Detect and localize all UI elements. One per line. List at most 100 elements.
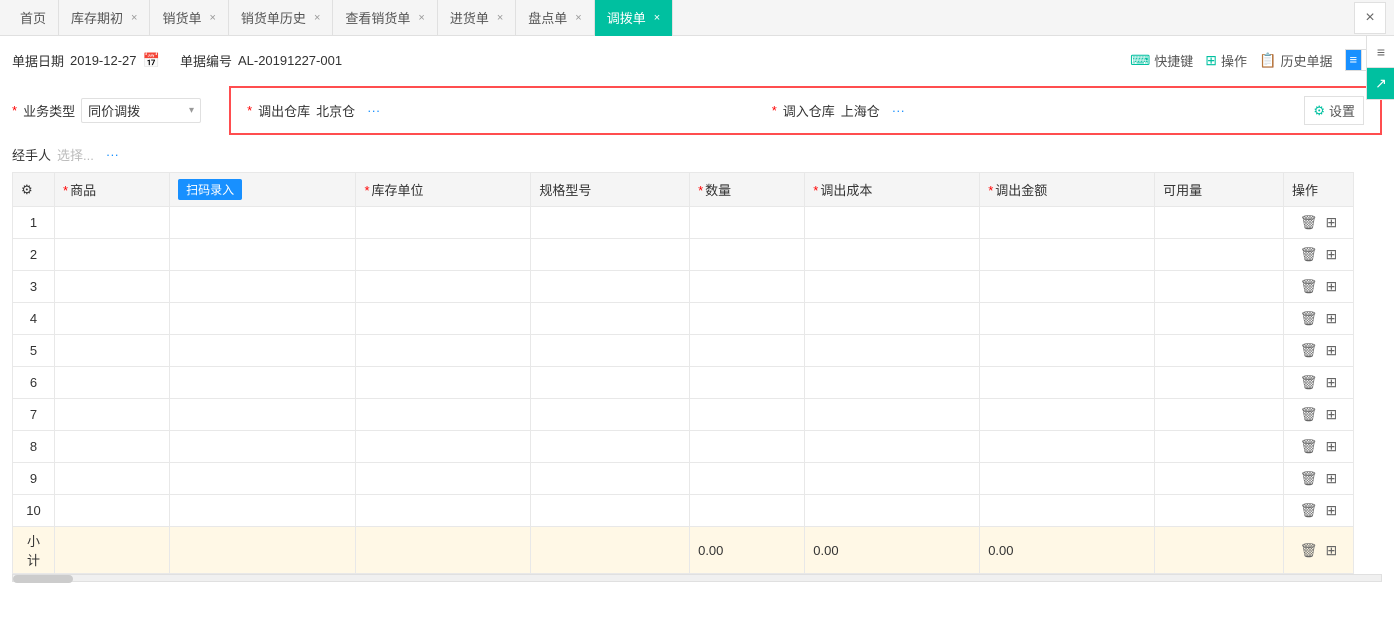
delete-icon[interactable]: 🗑 — [1300, 278, 1318, 295]
tab-sales-order-close[interactable]: × — [209, 12, 215, 24]
product-cell[interactable] — [55, 399, 170, 431]
amount-cell[interactable] — [980, 367, 1155, 399]
amount-cell[interactable] — [980, 303, 1155, 335]
copy-icon[interactable]: ⊞ — [1326, 214, 1338, 231]
qty-cell[interactable] — [690, 303, 805, 335]
tab-view-sales[interactable]: 查看销货单 × — [333, 0, 437, 36]
product-cell[interactable] — [55, 495, 170, 527]
scrollbar-thumb[interactable] — [13, 575, 73, 583]
product-cell[interactable] — [55, 271, 170, 303]
tab-transfer-close[interactable]: × — [654, 12, 660, 24]
tab-inventory-init[interactable]: 库存期初 × — [59, 0, 150, 36]
tab-inventory-init-close[interactable]: × — [131, 12, 137, 24]
delete-icon[interactable]: 🗑 — [1300, 214, 1318, 231]
amount-cell[interactable] — [980, 495, 1155, 527]
handler-select[interactable]: 选择... — [57, 145, 94, 164]
amount-cell[interactable] — [980, 207, 1155, 239]
qty-cell[interactable] — [690, 207, 805, 239]
qty-cell[interactable] — [690, 271, 805, 303]
delete-icon[interactable]: 🗑 — [1300, 246, 1318, 263]
amount-cell[interactable] — [980, 271, 1155, 303]
delete-icon[interactable]: 🗑 — [1300, 310, 1318, 327]
th-gear[interactable]: ⚙ — [13, 173, 55, 207]
copy-icon[interactable]: ⊞ — [1326, 406, 1338, 423]
cost-cell[interactable] — [805, 431, 980, 463]
copy-icon[interactable]: ⊞ — [1326, 470, 1338, 487]
cost-cell[interactable] — [805, 463, 980, 495]
window-close-button[interactable]: × — [1354, 2, 1386, 34]
product-cell[interactable] — [55, 463, 170, 495]
sidebar-export-button[interactable]: ↗ — [1367, 68, 1394, 100]
copy-icon[interactable]: ⊞ — [1326, 342, 1338, 359]
operation-button[interactable]: ⊞ 操作 — [1205, 51, 1247, 70]
qty-cell[interactable] — [690, 335, 805, 367]
copy-icon[interactable]: ⊞ — [1326, 310, 1338, 327]
copy-icon[interactable]: ⊞ — [1326, 438, 1338, 455]
product-cell[interactable] — [55, 431, 170, 463]
amount-cell[interactable] — [980, 239, 1155, 271]
qty-cell[interactable] — [690, 399, 805, 431]
cost-cell[interactable] — [805, 495, 980, 527]
tab-inventory-check[interactable]: 盘点单 × — [516, 0, 594, 36]
op-cell: 🗑 ⊞ — [1284, 431, 1354, 463]
delete-icon[interactable]: 🗑 — [1300, 502, 1318, 519]
amount-cell[interactable] — [980, 335, 1155, 367]
qty-cell[interactable] — [690, 367, 805, 399]
product-cell[interactable] — [55, 335, 170, 367]
tab-home[interactable]: 首页 — [8, 0, 59, 36]
product-cell[interactable] — [55, 207, 170, 239]
copy-icon[interactable]: ⊞ — [1326, 278, 1338, 295]
amount-cell[interactable] — [980, 399, 1155, 431]
tab-sales-history-close[interactable]: × — [314, 12, 320, 24]
delete-icon[interactable]: 🗑 — [1300, 406, 1318, 423]
qty-cell[interactable] — [690, 239, 805, 271]
calendar-icon[interactable]: 📅 — [143, 52, 160, 69]
cost-cell[interactable] — [805, 367, 980, 399]
product-cell[interactable] — [55, 367, 170, 399]
tab-sales-order[interactable]: 销货单 × — [150, 0, 228, 36]
delete-icon[interactable]: 🗑 — [1300, 342, 1318, 359]
tab-transfer[interactable]: 调拨单 × — [595, 0, 673, 36]
shortcut-button[interactable]: ⌨ 快捷键 — [1130, 51, 1193, 70]
copy-icon[interactable]: ⊞ — [1326, 246, 1338, 263]
copy-icon[interactable]: ⊞ — [1326, 502, 1338, 519]
subtotal-qty-cell: 0.00 — [690, 527, 805, 574]
cost-cell[interactable] — [805, 239, 980, 271]
cost-cell[interactable] — [805, 271, 980, 303]
tab-purchase-order[interactable]: 进货单 × — [438, 0, 516, 36]
tab-inventory-check-close[interactable]: × — [575, 12, 581, 24]
product-cell[interactable] — [55, 239, 170, 271]
warehouse-out-more-icon[interactable]: ··· — [367, 103, 380, 118]
delete-icon[interactable]: 🗑 — [1300, 438, 1318, 455]
product-cell[interactable] — [55, 303, 170, 335]
settings-button[interactable]: ⚙ 设置 — [1304, 96, 1364, 125]
warehouse-in-more-icon[interactable]: ··· — [892, 103, 905, 118]
qty-cell[interactable] — [690, 431, 805, 463]
tab-sales-history[interactable]: 销货单历史 × — [229, 0, 333, 36]
amount-cell[interactable] — [980, 431, 1155, 463]
tab-purchase-order-close[interactable]: × — [497, 12, 503, 24]
horizontal-scrollbar[interactable] — [12, 574, 1382, 582]
copy-icon[interactable]: ⊞ — [1326, 542, 1338, 559]
handler-more-icon[interactable]: ··· — [106, 147, 119, 162]
delete-icon[interactable]: 🗑 — [1300, 542, 1318, 559]
tab-view-sales-close[interactable]: × — [418, 12, 424, 24]
copy-icon[interactable]: ⊞ — [1326, 374, 1338, 391]
business-type-select[interactable]: 同价调拨 ▾ — [81, 98, 201, 123]
business-type-value: 同价调拨 — [88, 101, 140, 120]
cost-cell[interactable] — [805, 207, 980, 239]
amount-cell[interactable] — [980, 463, 1155, 495]
history-button[interactable]: 📋 历史单据 — [1259, 51, 1332, 70]
cost-cell[interactable] — [805, 303, 980, 335]
handler-label: 经手人 — [12, 145, 51, 164]
sidebar-list-button[interactable]: ≡ — [1367, 36, 1394, 68]
qty-cell[interactable] — [690, 495, 805, 527]
tab-sales-order-label: 销货单 — [162, 8, 201, 27]
scan-button[interactable]: 扫码录入 — [178, 179, 242, 200]
cost-cell[interactable] — [805, 335, 980, 367]
delete-icon[interactable]: 🗑 — [1300, 470, 1318, 487]
cost-cell[interactable] — [805, 399, 980, 431]
layout-list-button[interactable]: ≡ — [1346, 50, 1363, 70]
qty-cell[interactable] — [690, 463, 805, 495]
delete-icon[interactable]: 🗑 — [1300, 374, 1318, 391]
